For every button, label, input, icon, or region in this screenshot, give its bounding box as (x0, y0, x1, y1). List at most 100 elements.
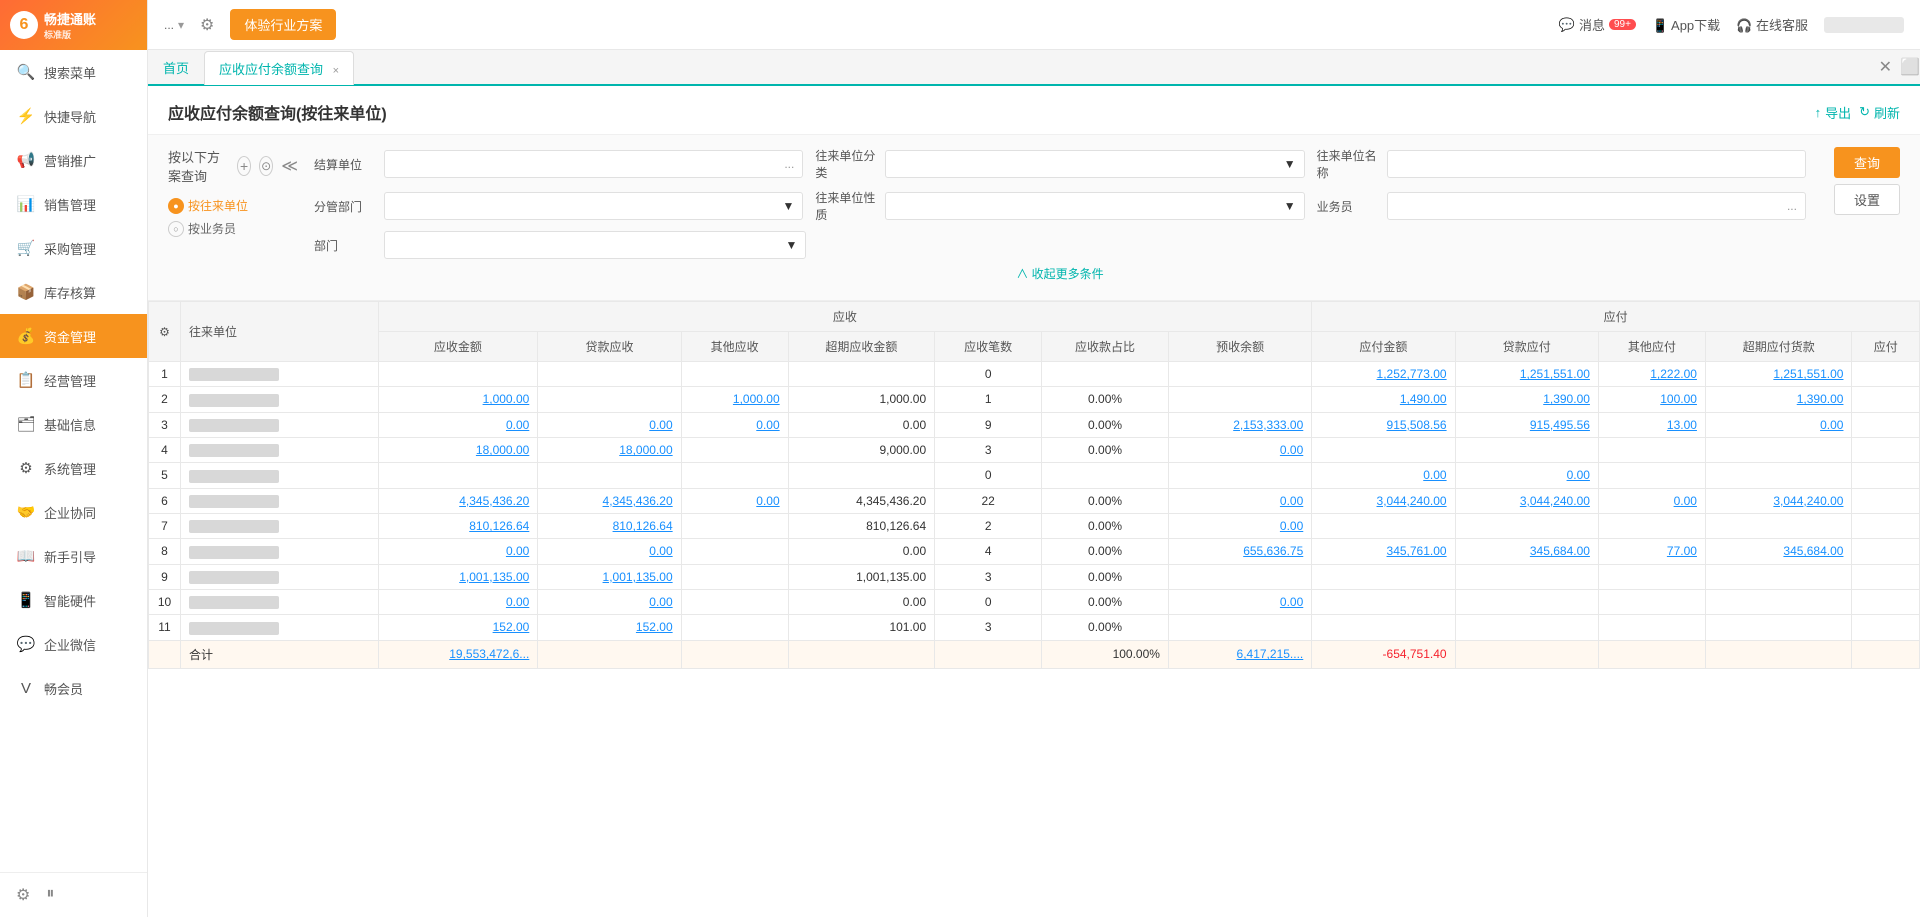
filter-input-salesperson[interactable]: ... (1387, 192, 1806, 220)
cell-seq: 4 (149, 437, 181, 462)
sidebar-icon: 📊 (16, 194, 36, 214)
sidebar-settings-icon[interactable]: ⚙ (16, 885, 30, 905)
th-ap-overdue: 超期应付货款 (1705, 332, 1852, 362)
sidebar-item-经营管理[interactable]: 📋 经营管理 (0, 358, 147, 402)
topbar-settings-icon[interactable]: ⚙ (200, 15, 214, 35)
tab-close-icon[interactable]: × (333, 65, 339, 77)
scheme-salesperson[interactable]: ○ 按业务员 (168, 220, 298, 237)
cell-9 (1598, 437, 1705, 462)
filter-select-dept[interactable]: ▼ (384, 192, 803, 220)
table-row: 101,252,773.001,251,551.001,222.001,251,… (149, 362, 1920, 387)
cell-3: 1,001,135.00 (788, 564, 935, 589)
sidebar-item-label: 快捷导航 (44, 107, 96, 126)
messages-button[interactable]: 💬 消息 99+ (1559, 15, 1636, 34)
cell-6 (1168, 387, 1311, 412)
sidebar-item-企业协同[interactable]: 🤝企业协同 (0, 490, 147, 534)
cell-seq: 1 (149, 362, 181, 387)
sidebar-item-label: 新手引导 (44, 547, 96, 566)
cell-0 (378, 362, 538, 387)
sidebar-item-销售管理[interactable]: 📊销售管理 (0, 182, 147, 226)
th-group-receivable: 应收 (378, 302, 1312, 332)
cell-10: 1,390.00 (1705, 387, 1852, 412)
cell-partner (181, 488, 379, 513)
sidebar-item-系统管理[interactable]: ⚙系统管理 (0, 446, 147, 490)
filter-add-button[interactable]: + (237, 156, 251, 176)
cell-8 (1455, 437, 1598, 462)
tab-ar-query[interactable]: 应收应付余额查询 × (204, 51, 354, 85)
filter-collapse-button[interactable]: ≪ (281, 156, 298, 176)
cell-0: 18,000.00 (378, 437, 538, 462)
cell-8: 0.00 (1455, 463, 1598, 488)
filter-select-category[interactable]: ▼ (885, 150, 1304, 178)
sidebar-item-畅会员[interactable]: V畅会员 (0, 666, 147, 710)
sidebar-icon: 💰 (16, 326, 36, 346)
filter-more-conditions[interactable]: ∧ 收起更多条件 (314, 259, 1806, 288)
filter-header: 按以下方案查询 + ⊙ ≪ (168, 147, 298, 185)
sidebar-item-新手引导[interactable]: 📖新手引导 (0, 534, 147, 578)
export-button[interactable]: ↑ 导出 (1815, 103, 1852, 122)
settings-button[interactable]: 设置 (1834, 184, 1900, 215)
cell-11 (1852, 437, 1920, 462)
sidebar-item-资金管理[interactable]: 💰资金管理 (0, 314, 147, 358)
cell-9: 77.00 (1598, 539, 1705, 564)
sidebar-icon: 📋 (16, 370, 36, 390)
cell-1: 1,001,135.00 (538, 564, 681, 589)
online-support-button[interactable]: 🎧 在线客服 (1736, 15, 1808, 34)
refresh-icon: ↻ (1859, 104, 1870, 120)
filter-input-settlement[interactable]: ... (384, 150, 803, 178)
table-row: 80.000.000.0040.00%655,636.75345,761.003… (149, 539, 1920, 564)
th-ap-amount: 应付金额 (1312, 332, 1455, 362)
scheme-partner-unit[interactable]: ● 按往来单位 (168, 197, 298, 214)
table-row: 64,345,436.204,345,436.200.004,345,436.2… (149, 488, 1920, 513)
cell-3 (788, 463, 935, 488)
cell-partner (181, 513, 379, 538)
sidebar-item-label: 营销推广 (44, 151, 96, 170)
window-maximize-button[interactable]: ⬜ (1900, 57, 1920, 77)
sidebar-item-搜索菜单[interactable]: 🔍搜索菜单 (0, 50, 147, 94)
query-button-group: 查询 设置 (1834, 147, 1900, 215)
sidebar-item-智能硬件[interactable]: 📱智能硬件 (0, 578, 147, 622)
cell-5: 0.00% (1042, 488, 1169, 513)
sidebar-item-label: 智能硬件 (44, 591, 96, 610)
summary-ar-amount: 19,553,472,6... (378, 640, 538, 668)
sidebar-item-企业微信[interactable]: 💬企业微信 (0, 622, 147, 666)
topbar-breadcrumb: ... ▾ (164, 18, 184, 32)
main-content: ... ▾ ⚙ 体验行业方案 💬 消息 99+ 📱 App下载 🎧 在线客服 首… (148, 0, 1920, 917)
cell-11 (1852, 513, 1920, 538)
scheme2-label: 按业务员 (188, 220, 236, 237)
sidebar-item-采购管理[interactable]: 🛒采购管理 (0, 226, 147, 270)
app-download-button[interactable]: 📱 App下载 (1652, 15, 1720, 34)
solution-button[interactable]: 体验行业方案 (230, 9, 336, 40)
sidebar-item-营销推广[interactable]: 📢营销推广 (0, 138, 147, 182)
sidebar-item-基础信息[interactable]: 🗂基础信息 (0, 402, 147, 446)
window-controls: ✕ ⬜ (1879, 57, 1920, 77)
cell-11 (1852, 564, 1920, 589)
sidebar-item-库存核算[interactable]: 📦库存核算 (0, 270, 147, 314)
window-close-button[interactable]: ✕ (1879, 57, 1892, 77)
filter-input-name[interactable] (1387, 150, 1806, 178)
table-settings-icon[interactable]: ⚙ (149, 302, 181, 362)
cell-7: 345,761.00 (1312, 539, 1455, 564)
export-icon: ↑ (1815, 105, 1822, 120)
tab-home[interactable]: 首页 (148, 50, 204, 84)
filter-select-nature[interactable]: ▼ (885, 192, 1304, 220)
cell-7 (1312, 589, 1455, 614)
cell-2 (681, 463, 788, 488)
sidebar: 6 畅捷通账 标准版 🔍搜索菜单⚡快捷导航📢营销推广📊销售管理🛒采购管理📦库存核… (0, 0, 148, 917)
sidebar-item-label: 经营管理 (44, 371, 96, 390)
filter-select-department[interactable]: ▼ (384, 231, 806, 259)
cell-10 (1705, 463, 1852, 488)
filter-setting-button[interactable]: ⊙ (259, 156, 273, 176)
sidebar-pause-icon[interactable]: ⏸ (46, 885, 54, 905)
cell-11 (1852, 488, 1920, 513)
cell-8: 345,684.00 (1455, 539, 1598, 564)
cell-8 (1455, 615, 1598, 640)
cell-5 (1042, 463, 1169, 488)
table-row: 91,001,135.001,001,135.001,001,135.0030.… (149, 564, 1920, 589)
query-button[interactable]: 查询 (1834, 147, 1900, 178)
cell-7 (1312, 437, 1455, 462)
refresh-button[interactable]: ↻ 刷新 (1859, 103, 1900, 122)
filter-department: 部门 ▼ (314, 231, 806, 259)
cell-2: 0.00 (681, 412, 788, 437)
sidebar-item-快捷导航[interactable]: ⚡快捷导航 (0, 94, 147, 138)
